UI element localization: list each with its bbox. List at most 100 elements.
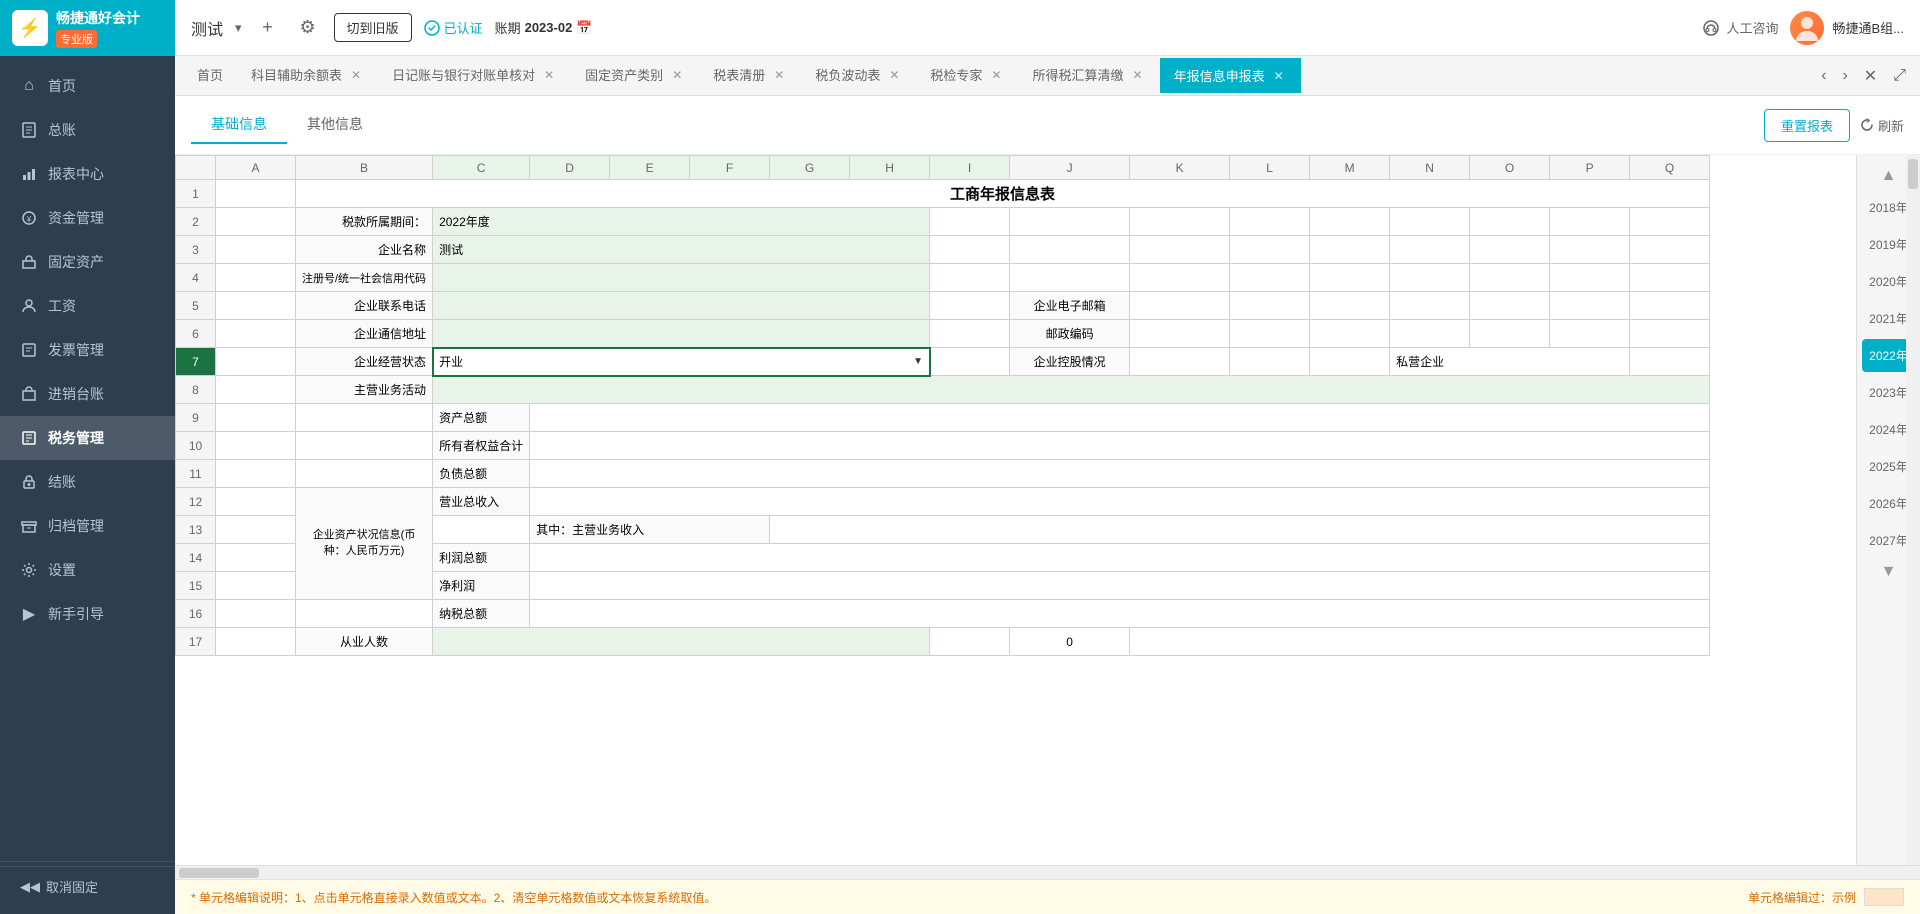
tab-home[interactable]: 首页 [183, 57, 237, 94]
cell-3-l[interactable] [1230, 236, 1310, 264]
tab-bank-verify[interactable]: 日记账与银行对账单核对 ✕ [378, 57, 571, 94]
cell-4-c[interactable] [433, 264, 930, 292]
cell-15-a[interactable] [216, 572, 296, 600]
cell-7-i[interactable] [930, 348, 1010, 376]
cell-4-a[interactable] [216, 264, 296, 292]
cell-13-g[interactable] [770, 516, 1710, 544]
cell-2-k[interactable] [1130, 208, 1230, 236]
cell-6-a[interactable] [216, 320, 296, 348]
tab-aux-balance[interactable]: 科目辅助余额表 ✕ [237, 57, 378, 94]
cell-17-i[interactable] [930, 628, 1010, 656]
topbar-switch-btn[interactable]: 切到旧版 [334, 13, 412, 42]
cell-12-a[interactable] [216, 488, 296, 516]
cell-3-a[interactable] [216, 236, 296, 264]
cell-5-c[interactable] [433, 292, 930, 320]
cell-8-c[interactable] [433, 376, 1710, 404]
cell-6-c[interactable] [433, 320, 930, 348]
tab-close-bank-verify[interactable]: ✕ [541, 67, 557, 83]
reset-report-btn[interactable]: 重置报表 [1764, 109, 1850, 142]
cell-2-p[interactable] [1550, 208, 1630, 236]
cell-2-c[interactable]: 2022年度 [433, 208, 930, 236]
tab-close-fixed-asset-cat[interactable]: ✕ [669, 67, 685, 83]
tab-close-tax-expert[interactable]: ✕ [988, 67, 1004, 83]
topbar-user[interactable]: 畅捷通B组... [1790, 11, 1904, 45]
cell-17-c[interactable] [433, 628, 930, 656]
cell-2-a[interactable] [216, 208, 296, 236]
sidebar-item-reports[interactable]: 报表中心 [0, 152, 175, 196]
cell-3-n[interactable] [1390, 236, 1470, 264]
cell-5-q[interactable] [1630, 292, 1710, 320]
cell-6-i[interactable] [930, 320, 1010, 348]
cell-11-b[interactable] [296, 460, 433, 488]
cell-5-p[interactable] [1550, 292, 1630, 320]
cell-7-m[interactable] [1310, 348, 1390, 376]
tab-tax-wave[interactable]: 税负波动表 ✕ [801, 57, 916, 94]
cell-4-o[interactable] [1470, 264, 1550, 292]
cell-10-b[interactable] [296, 432, 433, 460]
vertical-scrollbar[interactable] [1906, 155, 1920, 865]
sidebar-item-payroll[interactable]: 工资 [0, 284, 175, 328]
cell-4-j[interactable] [1010, 264, 1130, 292]
cell-6-n[interactable] [1390, 320, 1470, 348]
cell-5-a[interactable] [216, 292, 296, 320]
tab-close-all[interactable]: ✕ [1858, 62, 1883, 90]
cell-12-d[interactable] [530, 488, 1710, 516]
cell-6-q[interactable] [1630, 320, 1710, 348]
cell-13-a[interactable] [216, 516, 296, 544]
sheet-tab-basic[interactable]: 基础信息 [191, 106, 287, 144]
calendar-icon[interactable]: 📅 [576, 20, 592, 36]
cell-6-p[interactable] [1550, 320, 1630, 348]
cell-5-k[interactable] [1130, 292, 1230, 320]
cell-16-b[interactable] [296, 600, 433, 628]
refresh-btn[interactable]: 刷新 [1860, 116, 1904, 135]
cell-4-l[interactable] [1230, 264, 1310, 292]
cell-7-k[interactable] [1130, 348, 1230, 376]
cell-3-c[interactable]: 测试 [433, 236, 930, 264]
cell-9-b[interactable] [296, 404, 433, 432]
cell-4-q[interactable] [1630, 264, 1710, 292]
cell-7-q[interactable] [1630, 348, 1710, 376]
cell-6-o[interactable] [1470, 320, 1550, 348]
cell-16-d[interactable] [530, 600, 1710, 628]
cell-4-i[interactable] [930, 264, 1010, 292]
cell-4-p[interactable] [1550, 264, 1630, 292]
sidebar-item-closing[interactable]: 结账 [0, 460, 175, 504]
horizontal-scrollbar[interactable] [175, 865, 1920, 879]
cell-15-d[interactable] [530, 572, 1710, 600]
topbar-settings-btn[interactable]: ⚙ [294, 14, 322, 42]
cell-3-p[interactable] [1550, 236, 1630, 264]
cell-7-a[interactable] [216, 348, 296, 376]
cell-9-a[interactable] [216, 404, 296, 432]
cell-5-n[interactable] [1390, 292, 1470, 320]
sidebar-item-funds[interactable]: ¥ 资金管理 [0, 196, 175, 240]
cell-3-j[interactable] [1010, 236, 1130, 264]
sidebar-item-assets[interactable]: 固定资产 [0, 240, 175, 284]
cell-14-d[interactable] [530, 544, 1710, 572]
cell-3-o[interactable] [1470, 236, 1550, 264]
spreadsheet[interactable]: A B C D E F G H I J [175, 155, 1856, 865]
cell-6-l[interactable] [1230, 320, 1310, 348]
topbar-service-btn[interactable]: 人工咨询 [1702, 18, 1778, 37]
cell-3-q[interactable] [1630, 236, 1710, 264]
cell-14-a[interactable] [216, 544, 296, 572]
cell-3-i[interactable] [930, 236, 1010, 264]
collapse-sidebar-btn[interactable]: ◀◀ 取消固定 [0, 866, 175, 906]
sidebar-item-archive[interactable]: 归档管理 [0, 504, 175, 548]
sidebar-item-ledger[interactable]: 总账 [0, 108, 175, 152]
sidebar-item-guide[interactable]: ▶ 新手引导 [0, 592, 175, 636]
cell-4-k[interactable] [1130, 264, 1230, 292]
cell-17-a[interactable] [216, 628, 296, 656]
year-nav-up[interactable]: ▲ [1877, 163, 1901, 189]
cell-16-a[interactable] [216, 600, 296, 628]
tab-fixed-asset-cat[interactable]: 固定资产类别 ✕ [571, 57, 699, 94]
cell-3-k[interactable] [1130, 236, 1230, 264]
cell-2-q[interactable] [1630, 208, 1710, 236]
cell-7-l[interactable] [1230, 348, 1310, 376]
cell-5-o[interactable] [1470, 292, 1550, 320]
cell-17-j[interactable]: 0 [1010, 628, 1130, 656]
cell-7-c[interactable]: 开业 ▼ [433, 348, 930, 376]
sidebar-item-invoices[interactable]: 发票管理 [0, 328, 175, 372]
cell-7-n[interactable]: 私营企业 [1390, 348, 1630, 376]
tab-close-aux-balance[interactable]: ✕ [348, 67, 364, 83]
cell-9-d[interactable] [530, 404, 1710, 432]
